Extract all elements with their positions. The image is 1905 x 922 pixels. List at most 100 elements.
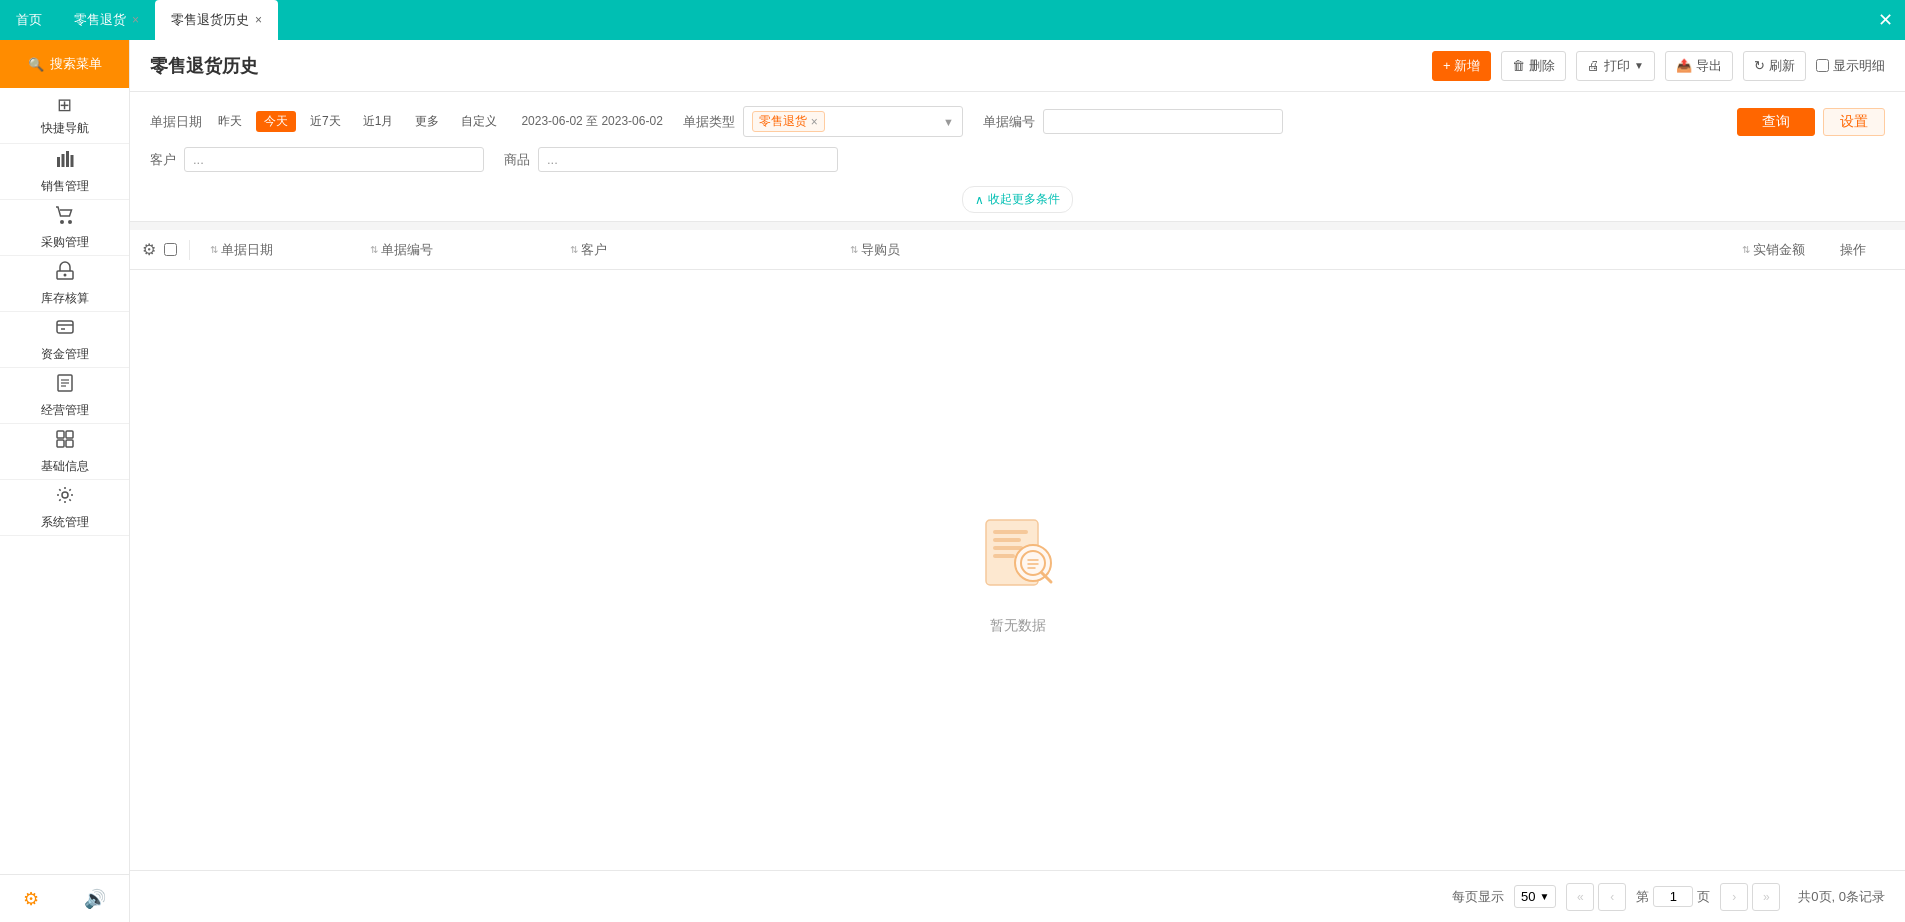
svg-rect-15 (57, 431, 64, 438)
th-amount-label: 实销金额 (1753, 241, 1805, 259)
th-num: ⇅ 单据编号 (362, 241, 562, 259)
refresh-button-label: 刷新 (1769, 57, 1795, 75)
svg-point-5 (68, 220, 72, 224)
filter-doc-type-label: 单据类型 (683, 113, 735, 131)
doc-type-select-arrow: ▼ (943, 116, 954, 128)
select-all-checkbox[interactable] (164, 243, 177, 256)
th-amount: ⇅ 实销金额 (1042, 241, 1813, 259)
th-action: 操作 (1813, 241, 1893, 259)
tab-home-label: 首页 (16, 11, 42, 29)
filter-row-1: 单据日期 昨天 今天 近7天 近1月 更多 自定义 2023-06-02 至 2… (150, 106, 1885, 137)
export-button-label: 导出 (1696, 57, 1722, 75)
svg-rect-3 (70, 155, 73, 167)
date-btn-custom[interactable]: 自定义 (453, 111, 505, 132)
page-total-info: 共0页, 0条记录 (1798, 888, 1885, 906)
sidebar-item-finance[interactable]: 资金管理 (0, 312, 129, 368)
sidebar-item-operations[interactable]: 经营管理 (0, 368, 129, 424)
sort-icon-num[interactable]: ⇅ (370, 244, 378, 255)
purchase-mgmt-icon (55, 205, 75, 230)
content-area: 零售退货历史 + 新增 🗑 删除 🖨 打印 ▼ 📤 导出 (130, 40, 1905, 922)
date-btn-7days[interactable]: 近7天 (302, 111, 349, 132)
inventory-icon (55, 261, 75, 286)
print-button[interactable]: 🖨 打印 ▼ (1576, 51, 1655, 81)
filter-goods-label: 商品 (504, 151, 530, 169)
delete-button[interactable]: 🗑 删除 (1501, 51, 1566, 81)
date-btn-today[interactable]: 今天 (256, 111, 296, 132)
filter-doc-num-input[interactable] (1043, 109, 1283, 134)
sidebar-item-sales-mgmt[interactable]: 销售管理 (0, 144, 129, 200)
pagination: 每页显示 50 ▼ « ‹ 第 页 › (130, 870, 1905, 922)
tab-retail-return-history[interactable]: 零售退货历史 × (155, 0, 278, 40)
th-date-label: 单据日期 (221, 241, 273, 259)
table-settings-icon[interactable]: ⚙ (142, 240, 156, 259)
page-next-button[interactable]: › (1720, 883, 1748, 911)
display-toggle-label: 显示明细 (1833, 57, 1885, 75)
table-header-divider (189, 240, 190, 260)
sort-icon-guide[interactable]: ⇅ (850, 244, 858, 255)
table-area: ⚙ ⇅ 单据日期 ⇅ 单据编号 ⇅ 客户 (130, 230, 1905, 870)
sidebar-item-basic-info[interactable]: 基础信息 (0, 424, 129, 480)
page-size-label: 每页显示 (1452, 888, 1504, 906)
filter-date: 单据日期 昨天 今天 近7天 近1月 更多 自定义 2023-06-02 至 2… (150, 111, 663, 132)
filter-goods-placeholder: ... (547, 152, 558, 167)
collapse-button[interactable]: ∧ 收起更多条件 (962, 186, 1073, 213)
filter-customer-select[interactable]: ... (184, 147, 484, 172)
export-button[interactable]: 📤 导出 (1665, 51, 1733, 81)
sort-icon-amount[interactable]: ⇅ (1742, 244, 1750, 255)
search-icon: 🔍 (28, 57, 44, 72)
th-customer: ⇅ 客户 (562, 241, 842, 259)
date-btn-1month[interactable]: 近1月 (355, 111, 402, 132)
page-last-button[interactable]: » (1752, 883, 1780, 911)
sidebar-settings-button[interactable]: ⚙ (23, 888, 39, 910)
tab-retail-return[interactable]: 零售退货 × (58, 0, 155, 40)
th-date: ⇅ 单据日期 (202, 241, 362, 259)
svg-rect-24 (993, 554, 1015, 558)
collapse-label: 收起更多条件 (988, 191, 1060, 208)
top-tab-bar: 首页 零售退货 × 零售退货历史 × ✕ (0, 0, 1905, 40)
print-icon: 🖨 (1587, 58, 1600, 73)
sidebar-search-label: 搜索菜单 (50, 55, 102, 73)
filter-doc-num: 单据编号 (983, 109, 1283, 134)
sidebar-item-sys-mgmt[interactable]: 系统管理 (0, 480, 129, 536)
page-size-select[interactable]: 50 ▼ (1514, 885, 1556, 908)
sidebar-item-quick-nav[interactable]: ⊞ 快捷导航 (0, 88, 129, 144)
page-prev-button[interactable]: ‹ (1598, 883, 1626, 911)
sidebar-item-sales-mgmt-label: 销售管理 (41, 178, 89, 195)
sidebar-item-purchase-mgmt[interactable]: 采购管理 (0, 200, 129, 256)
date-btn-yesterday[interactable]: 昨天 (210, 111, 250, 132)
query-button[interactable]: 查询 (1737, 108, 1815, 136)
sort-icon-date[interactable]: ⇅ (210, 244, 218, 255)
tab-retail-return-close[interactable]: × (132, 13, 139, 27)
sidebar-audio-button[interactable]: 🔊 (84, 888, 106, 910)
date-btn-more[interactable]: 更多 (407, 111, 447, 132)
page-number-input[interactable] (1653, 886, 1693, 907)
svg-rect-17 (57, 440, 64, 447)
display-toggle[interactable]: 显示明细 (1816, 57, 1885, 75)
filter-customer-placeholder: ... (193, 152, 204, 167)
page-first-button[interactable]: « (1566, 883, 1594, 911)
page-nav-right: › » (1720, 883, 1780, 911)
tab-retail-return-history-close[interactable]: × (255, 13, 262, 27)
svg-rect-22 (993, 538, 1021, 542)
query-button-label: 查询 (1762, 113, 1790, 131)
new-button[interactable]: + 新增 (1432, 51, 1491, 81)
svg-point-7 (63, 273, 66, 276)
filter-goods-select[interactable]: ... (538, 147, 838, 172)
doc-type-tag-close[interactable]: × (811, 115, 818, 129)
main-layout: 🔍 搜索菜单 ⊞ 快捷导航 销售管理 (0, 40, 1905, 922)
sidebar-search[interactable]: 🔍 搜索菜单 (0, 40, 129, 88)
header-actions: + 新增 🗑 删除 🖨 打印 ▼ 📤 导出 ↻ 刷新 (1432, 51, 1885, 81)
page-last-icon: » (1763, 890, 1770, 904)
sort-icon-customer[interactable]: ⇅ (570, 244, 578, 255)
refresh-button[interactable]: ↻ 刷新 (1743, 51, 1806, 81)
tab-home[interactable]: 首页 (0, 0, 58, 40)
sidebar-bottom: ⚙ 🔊 (0, 874, 129, 922)
sidebar-item-purchase-mgmt-label: 采购管理 (41, 234, 89, 251)
window-close-button[interactable]: ✕ (1865, 0, 1905, 40)
display-toggle-checkbox[interactable] (1816, 59, 1829, 72)
sidebar-item-inventory[interactable]: 库存核算 (0, 256, 129, 312)
operations-icon (55, 373, 75, 398)
settings-filter-button[interactable]: 设置 (1823, 108, 1885, 136)
filter-doc-type-select[interactable]: 零售退货 × ▼ (743, 106, 963, 137)
empty-icon (968, 505, 1068, 605)
